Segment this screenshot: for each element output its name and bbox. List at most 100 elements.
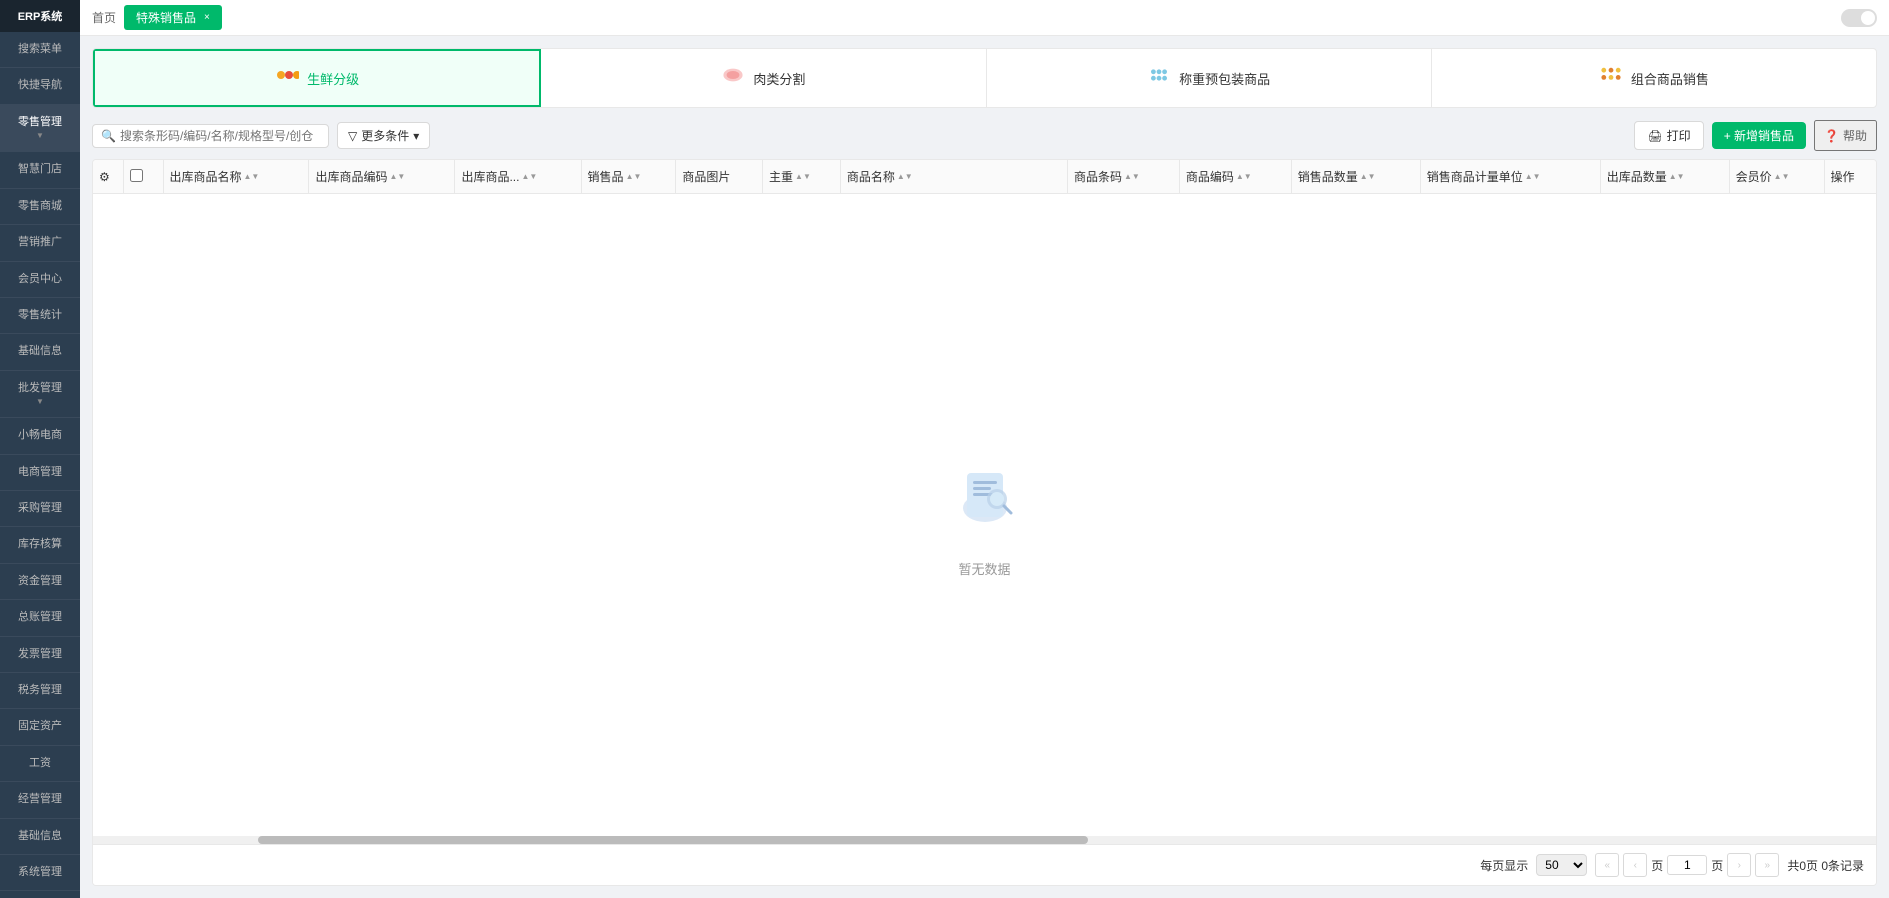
sort-icon[interactable]: ▲▼ xyxy=(626,173,642,181)
next-page-button[interactable]: › xyxy=(1727,853,1751,877)
sidebar-item-purchase-mgmt[interactable]: 采购管理 xyxy=(0,491,80,527)
sidebar-item-member-center[interactable]: 会员中心 xyxy=(0,262,80,298)
first-page-button[interactable]: « xyxy=(1595,853,1619,877)
page-navigation: « ‹ 页 页 › » xyxy=(1595,853,1779,877)
total-info: 共0页 0条记录 xyxy=(1787,857,1864,874)
sidebar-item-label: 智慧门店 xyxy=(4,162,76,177)
sort-icon[interactable]: ▲▼ xyxy=(389,173,405,181)
sidebar-item-wholesale-mgmt[interactable]: 批发管理 xyxy=(0,371,80,419)
page-input[interactable] xyxy=(1667,855,1707,875)
help-button[interactable]: ❓ 帮助 xyxy=(1814,120,1877,151)
sidebar-item-inventory-check[interactable]: 库存核算 xyxy=(0,527,80,563)
col-out-qty: 出库品数量 ▲▼ xyxy=(1600,160,1729,194)
sidebar-item-system-mgmt[interactable]: 系统管理 xyxy=(0,855,80,891)
sidebar-item-ledger-mgmt[interactable]: 总账管理 xyxy=(0,600,80,636)
tab-label-meat-cutting: 肉类分割 xyxy=(753,69,805,88)
sidebar-item-wages[interactable]: 工资 xyxy=(0,746,80,782)
active-tab[interactable]: 特殊销售品 × xyxy=(124,5,222,30)
sidebar: ERP系统 搜索菜单 快捷导航 零售管理 智慧门店 零售商城 营销推广 会员中心… xyxy=(0,0,80,898)
close-tab-icon[interactable]: × xyxy=(204,12,210,23)
print-button[interactable]: 🖨 打印 xyxy=(1634,121,1703,150)
sidebar-item-search-menu[interactable]: 搜索菜单 xyxy=(0,32,80,68)
search-input[interactable] xyxy=(120,129,320,143)
sidebar-item-quick-nav[interactable]: 快捷导航 xyxy=(0,68,80,104)
sort-icon[interactable]: ▲▼ xyxy=(1774,173,1790,181)
sidebar-item-enterprise-coop[interactable]: 企业协同 xyxy=(0,891,80,898)
add-sales-product-button[interactable]: + 新增销售品 xyxy=(1712,122,1806,149)
tab-combo-sales[interactable]: 组合商品销售 xyxy=(1432,49,1876,107)
sidebar-item-retail-stats[interactable]: 零售统计 xyxy=(0,298,80,334)
sidebar-item-label: 税务管理 xyxy=(4,683,76,698)
sidebar-item-label: 工资 xyxy=(4,756,76,771)
col-out-product-code: 出库商品编码 ▲▼ xyxy=(309,160,455,194)
sort-icon[interactable]: ▲▼ xyxy=(1360,173,1376,181)
sidebar-item-basic-info2[interactable]: 基础信息 xyxy=(0,819,80,855)
sidebar-item-retail-mall[interactable]: 零售商城 xyxy=(0,189,80,225)
tab-fresh-grading[interactable]: 生鲜分级 xyxy=(93,49,541,107)
sidebar-item-finance-mgmt[interactable]: 资金管理 xyxy=(0,564,80,600)
horizontal-scroll-thumb[interactable] xyxy=(258,836,1088,844)
filter-button[interactable]: ▽ 更多条件 ▾ xyxy=(337,122,430,149)
sidebar-item-fixed-assets[interactable]: 固定资产 xyxy=(0,709,80,745)
search-box[interactable]: 🔍 xyxy=(92,124,329,148)
sidebar-item-mini-ecommerce[interactable]: 小畅电商 xyxy=(0,418,80,454)
empty-state: 暂无数据 xyxy=(93,194,1876,836)
col-settings[interactable]: ⚙ xyxy=(93,160,123,194)
sidebar-item-label: 零售统计 xyxy=(4,308,76,323)
sort-icon[interactable]: ▲▼ xyxy=(244,173,260,181)
col-out-product-abbr: 出库商品... ▲▼ xyxy=(455,160,581,194)
topbar-right xyxy=(1841,9,1877,27)
select-all-checkbox[interactable] xyxy=(130,169,143,182)
horizontal-scrollbar[interactable] xyxy=(93,836,1876,844)
sidebar-item-marketing[interactable]: 营销推广 xyxy=(0,225,80,261)
sidebar-item-label: 采购管理 xyxy=(4,501,76,516)
sidebar-item-ecommerce-mgmt[interactable]: 电商管理 xyxy=(0,455,80,491)
tab-meat-cutting[interactable]: 肉类分割 xyxy=(541,49,986,107)
home-breadcrumb[interactable]: 首页 xyxy=(92,9,116,26)
sidebar-item-invoice-mgmt[interactable]: 发票管理 xyxy=(0,637,80,673)
sidebar-item-label: 基础信息 xyxy=(4,829,76,844)
col-checkbox[interactable] xyxy=(123,160,163,194)
scale-prepack-icon xyxy=(1147,65,1171,91)
sidebar-item-smart-store[interactable]: 智慧门店 xyxy=(0,152,80,188)
combo-sales-icon xyxy=(1599,65,1623,91)
prev-page-button[interactable]: ‹ xyxy=(1623,853,1647,877)
last-page-button[interactable]: » xyxy=(1755,853,1779,877)
col-sales-unit: 销售商品计量单位 ▲▼ xyxy=(1420,160,1600,194)
empty-icon xyxy=(945,453,1025,547)
col-weight: 主重 ▲▼ xyxy=(763,160,841,194)
sidebar-item-label: 营销推广 xyxy=(4,235,76,250)
toolbar-right: 🖨 打印 + 新增销售品 ❓ 帮助 xyxy=(1634,120,1877,151)
sort-icon[interactable]: ▲▼ xyxy=(1236,173,1252,181)
per-page-select[interactable]: 50 10 20 100 xyxy=(1536,854,1587,876)
sidebar-item-tax-mgmt[interactable]: 税务管理 xyxy=(0,673,80,709)
sidebar-item-retail-mgmt[interactable]: 零售管理 xyxy=(0,105,80,153)
col-product-code: 商品编码 ▲▼ xyxy=(1179,160,1291,194)
col-product-image: 商品图片 xyxy=(676,160,763,194)
sort-icon[interactable]: ▲▼ xyxy=(1525,173,1541,181)
sidebar-item-basic-info[interactable]: 基础信息 xyxy=(0,334,80,370)
toolbar: 🔍 ▽ 更多条件 ▾ 🖨 打印 + 新增销售品 ❓ 帮助 xyxy=(92,120,1877,151)
content-area: 生鲜分级 肉类分割 xyxy=(80,36,1889,898)
sidebar-item-label: 零售商城 xyxy=(4,199,76,214)
sort-icon[interactable]: ▲▼ xyxy=(795,173,811,181)
sort-icon[interactable]: ▲▼ xyxy=(1124,173,1140,181)
toggle-switch[interactable] xyxy=(1841,9,1877,27)
sort-icon[interactable]: ▲▼ xyxy=(897,173,913,181)
sort-icon[interactable]: ▲▼ xyxy=(521,173,537,181)
tab-label-fresh-grading: 生鲜分级 xyxy=(307,69,359,88)
sidebar-item-ops-mgmt[interactable]: 经营管理 xyxy=(0,782,80,818)
sidebar-item-label: 资金管理 xyxy=(4,574,76,589)
sidebar-item-label: 批发管理 xyxy=(4,381,76,396)
col-product-barcode: 商品条码 ▲▼ xyxy=(1067,160,1179,194)
sidebar-item-label: 会员中心 xyxy=(4,272,76,287)
sort-icon[interactable]: ▲▼ xyxy=(1669,173,1685,181)
tab-scale-prepack[interactable]: 称重预包装商品 xyxy=(987,49,1432,107)
filter-icon: ▽ xyxy=(348,129,357,143)
help-label: 帮助 xyxy=(1843,127,1867,144)
col-product-name: 商品名称 ▲▼ xyxy=(840,160,1067,194)
filter-arrow-icon: ▾ xyxy=(413,129,419,143)
topbar: 首页 特殊销售品 × xyxy=(80,0,1889,36)
print-icon: 🖨 xyxy=(1647,129,1662,143)
sidebar-item-label: 基础信息 xyxy=(4,344,76,359)
